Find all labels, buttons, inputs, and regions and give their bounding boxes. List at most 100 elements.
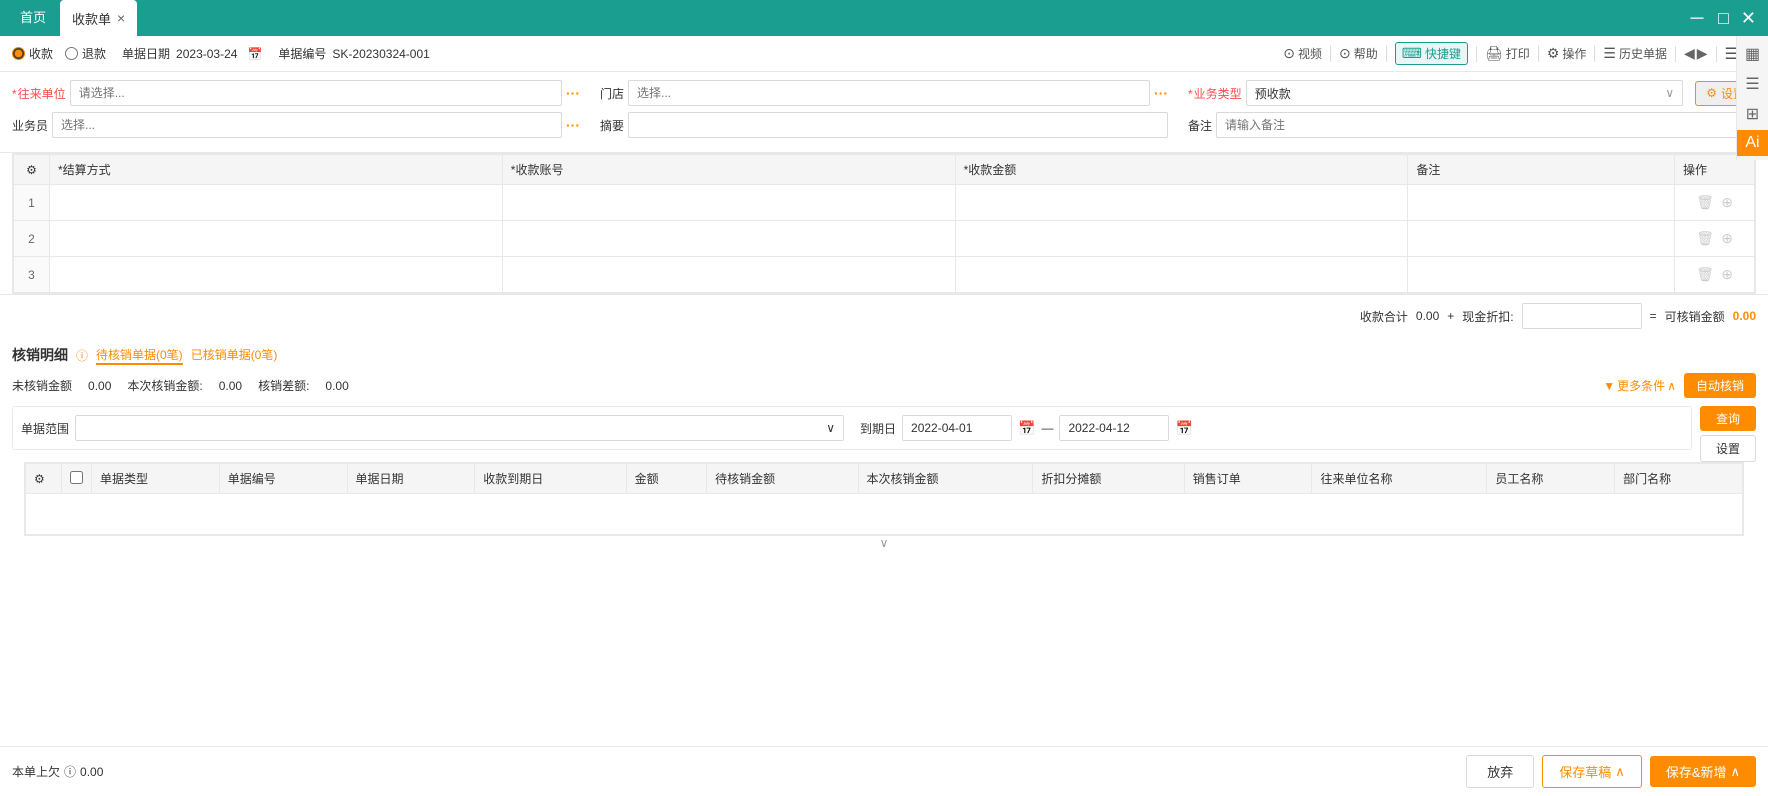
cash-discount-label: 现金折扣: [1462,308,1513,325]
calendar-from-icon[interactable]: 📅 [1018,420,1035,437]
save-new-button[interactable]: 保存&新增 ∧ [1650,756,1756,787]
staff-input[interactable] [52,112,562,138]
top-nav: 首页 收款单 × － □ ✕ [0,0,1768,36]
summary-row: 收款合计 0.00 + 现金折扣: = 可核销金额 0.00 [0,294,1768,337]
row2-settlement[interactable] [50,221,503,257]
help-btn[interactable]: ⊙ 帮助 [1339,45,1378,62]
main-content: 收款 退款 单据日期 2023-03-24 📅 单据编号 SK-20230324… [0,36,1768,796]
nav-tab-close[interactable]: × [117,10,125,26]
remark-input[interactable] [1216,112,1756,138]
writeoff-empty-row [26,494,1743,535]
delete-icon[interactable]: 🗑 [1696,194,1714,210]
select-all-checkbox[interactable] [70,471,83,484]
writeoff-tab-done[interactable]: 已核销单据(0笔) [191,346,278,365]
store-input[interactable] [628,80,1150,106]
help-icon: ⊙ [1339,45,1351,62]
date-from-input[interactable] [902,415,1012,441]
collapse-arrow[interactable]: ∨ [12,536,1756,550]
row2-account[interactable] [502,221,955,257]
divider-2 [1386,46,1387,62]
partner-input[interactable] [70,80,562,106]
filter-icon: ▼ [1603,379,1615,393]
next-arrow[interactable]: ▶ [1697,45,1708,62]
sidebar-icon-4[interactable]: Ai [1737,130,1768,156]
writeoff-table-header: ⚙ 单据类型 单据编号 单据日期 收款到期日 金额 待核销金额 本次核销金额 折… [26,464,1743,494]
cash-discount-input[interactable] [1522,303,1642,329]
auto-writeoff-button[interactable]: 自动核销 [1684,373,1756,398]
copy-icon[interactable]: ⊕ [1721,194,1733,210]
window-minimize[interactable]: － [1684,5,1710,31]
summary-input[interactable] [628,112,1168,138]
duedate-label: 到期日 [860,420,896,437]
dropdown-arrow-icon: ∨ [826,421,835,435]
partner-dots[interactable]: ··· [566,85,580,101]
copy-icon[interactable]: ⊕ [1721,266,1733,282]
staff-dots[interactable]: ··· [566,117,580,133]
window-close[interactable]: ✕ [1737,8,1760,29]
copy-icon[interactable]: ⊕ [1721,230,1733,246]
sidebar-icon-2[interactable]: ☰ [1741,70,1763,98]
writeoff-section: 核销明细 ⓘ 待核销单据(0笔) 已核销单据(0笔) 未核销金额 0.00 本次… [0,337,1768,558]
filter-settings-button[interactable]: 设置 [1700,435,1756,462]
row1-remark[interactable] [1408,185,1675,221]
table-gear-header[interactable]: ⚙ [14,155,50,185]
video-btn[interactable]: ⊙ 视频 [1283,45,1322,62]
divider-7 [1716,46,1717,62]
save-draft-button[interactable]: 保存草稿 ∧ [1542,755,1642,788]
partner-label: 往来单位 [12,85,66,102]
date-to-input[interactable] [1059,415,1169,441]
more-conditions-btn[interactable]: ▼ 更多条件 ∧ [1603,377,1676,394]
sidebar-icon-3[interactable]: ⊞ [1742,100,1763,128]
prev-arrow[interactable]: ◀ [1684,45,1695,62]
row3-amount[interactable] [955,257,1408,293]
checkbox-header[interactable] [62,464,92,494]
filter-action-buttons: 查询 设置 [1700,406,1756,462]
row3-settlement[interactable] [50,257,503,293]
row3-account[interactable] [502,257,955,293]
verif-diff-value: 0.00 [325,379,348,393]
radio-tuikuan[interactable]: 退款 [65,45,106,62]
footer-label: 本单上欠 [12,763,60,780]
nav-home[interactable]: 首页 [8,0,58,36]
abandon-button[interactable]: 放弃 [1466,755,1534,788]
query-button[interactable]: 查询 [1700,406,1756,431]
writeoff-tab-pending[interactable]: 待核销单据(0笔) [96,346,183,365]
table-row: 1 🗑 ⊕ [14,185,1755,221]
window-maximize[interactable]: □ [1714,8,1733,29]
nav-tab-shoukuan[interactable]: 收款单 × [60,0,137,36]
row2-amount[interactable] [955,221,1408,257]
staff-name-header: 员工名称 [1487,464,1615,494]
row2-remark[interactable] [1408,221,1675,257]
biztype-select[interactable]: 预收款 ∨ [1246,80,1684,106]
delete-icon[interactable]: 🗑 [1696,230,1714,246]
shortcut-icon: ⌨ [1402,45,1422,62]
number-field: 单据编号 SK-20230324-001 [278,45,429,62]
info-icon[interactable]: ⓘ [76,347,88,364]
footer-right: 放弃 保存草稿 ∧ 保存&新增 ∧ [1466,755,1756,788]
toolbar-right-buttons: ⊙ 视频 ⊙ 帮助 ⌨ 快捷键 🖨 打印 ⚙ 操作 [1283,42,1756,65]
writeoff-gear-header[interactable]: ⚙ [26,464,62,494]
shortcut-btn[interactable]: ⌨ 快捷键 [1395,42,1468,65]
divider-4 [1538,46,1539,62]
print-btn[interactable]: 🖨 打印 [1485,45,1530,62]
row1-account[interactable] [502,185,955,221]
delete-icon[interactable]: 🗑 [1696,266,1714,282]
document-range-field: 单据范围 ∨ [21,415,844,441]
date-separator: — [1041,421,1053,435]
document-range-select[interactable]: ∨ [75,415,844,441]
row3-remark[interactable] [1408,257,1675,293]
action-icon: ⚙ [1547,45,1560,62]
radio-shoukuan[interactable]: 收款 [12,45,53,62]
date-field: 单据日期 2023-03-24 📅 [122,45,262,62]
table-row: 2 🗑 ⊕ [14,221,1755,257]
sidebar-icon-1[interactable]: ▦ [1741,40,1764,68]
footer-info-icon[interactable]: ⓘ [64,763,76,780]
row1-settlement[interactable] [50,185,503,221]
row1-amount[interactable] [955,185,1408,221]
calendar-to-icon[interactable]: 📅 [1175,420,1192,437]
action-btn[interactable]: ⚙ 操作 [1547,45,1587,62]
plus-sign: + [1447,309,1454,323]
history-btn[interactable]: ☰ 历史单据 [1603,45,1667,62]
store-dots[interactable]: ··· [1154,85,1168,101]
calendar-icon[interactable]: 📅 [247,47,262,61]
